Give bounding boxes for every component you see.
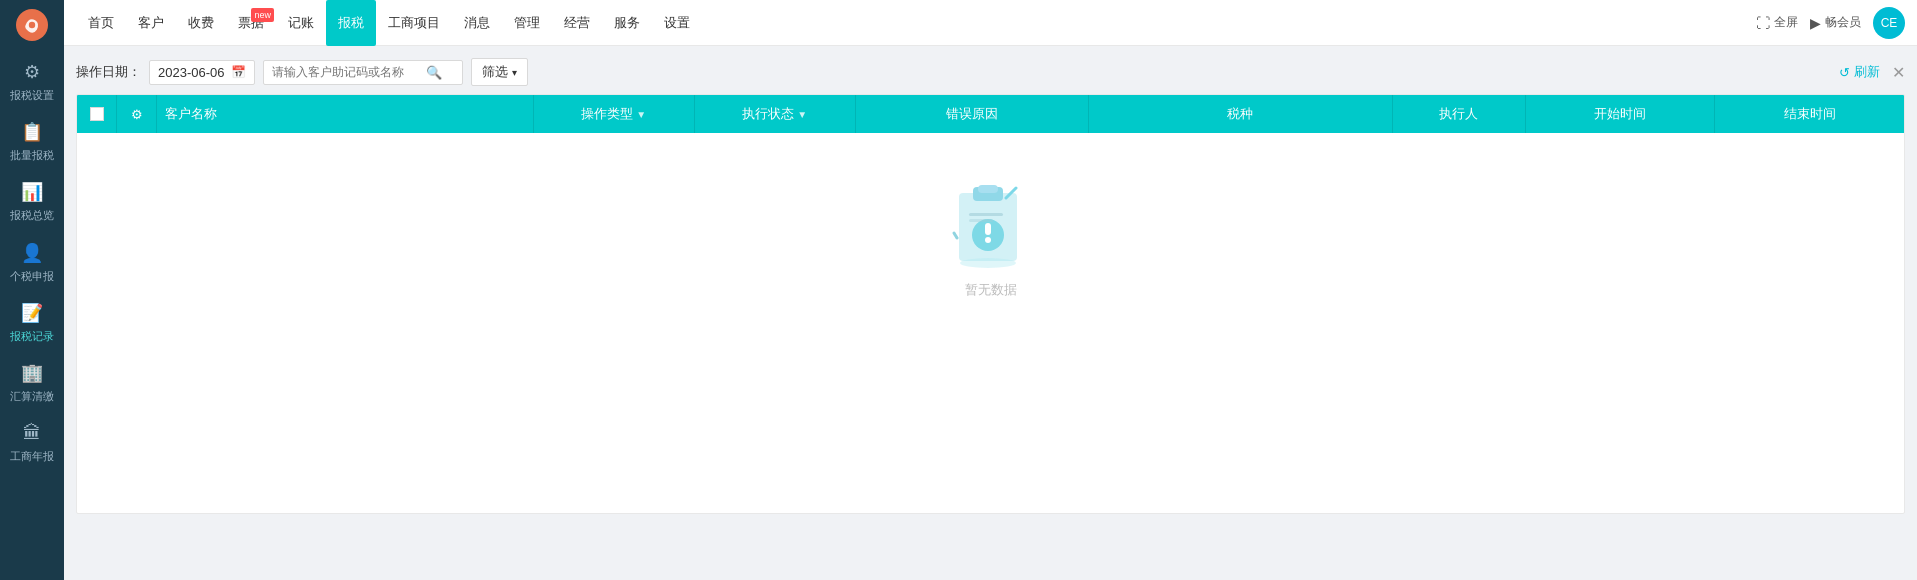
building-icon: 🏢: [18, 359, 46, 387]
fullscreen-btn[interactable]: ⛶ 全屏: [1756, 14, 1798, 31]
table-body: 暂无数据: [77, 133, 1904, 513]
th-executor: 执行人: [1393, 95, 1525, 133]
th-end-time: 结束时间: [1715, 95, 1904, 133]
sidebar-item-baoashuizonglan[interactable]: 📊 报税总览: [0, 170, 64, 230]
op-type-filter-icon: ▼: [636, 109, 646, 120]
sidebar-item-baoshuishezhi[interactable]: ⚙ 报税设置: [0, 50, 64, 110]
search-input[interactable]: [272, 65, 422, 79]
sidebar-item-label: 报税设置: [10, 89, 54, 102]
refresh-icon: ↺: [1839, 65, 1850, 80]
svg-point-9: [960, 258, 1016, 268]
overview-icon: 📊: [18, 178, 46, 206]
svg-rect-11: [969, 219, 993, 222]
sidebar-item-huisuanqingxi[interactable]: 🏢 汇算清缴: [0, 351, 64, 411]
header-checkbox[interactable]: [90, 107, 104, 121]
annual-icon: 🏛: [18, 419, 46, 447]
nav-shezhi[interactable]: 设置: [652, 0, 702, 46]
play-icon: ▶: [1810, 15, 1821, 31]
sidebar-item-baoshujilu[interactable]: 📝 报税记录: [0, 291, 64, 351]
th-gear[interactable]: ⚙: [117, 95, 157, 133]
main-wrap: 首页 客户 收费 票据 new 记账 报税 工商项目 消息 管理 经营: [64, 0, 1917, 580]
svg-point-7: [985, 237, 991, 243]
sidebar-item-label: 报税记录: [10, 330, 54, 343]
sidebar-item-label: 个税申报: [10, 270, 54, 283]
th-op-type[interactable]: 操作类型 ▼: [534, 95, 695, 133]
chevron-down-icon: ▾: [512, 67, 517, 78]
toolbar: 操作日期： 2023-06-06 📅 🔍 筛选 ▾ ↺ 刷新: [76, 58, 1905, 86]
sidebar-item-gongshangnianibao[interactable]: 🏛 工商年报: [0, 411, 64, 471]
batch-icon: 📋: [18, 118, 46, 146]
filter-button[interactable]: 筛选 ▾: [471, 58, 528, 86]
th-error-reason: 错误原因: [856, 95, 1089, 133]
date-value: 2023-06-06: [158, 65, 225, 80]
content-main: 操作日期： 2023-06-06 📅 🔍 筛选 ▾ ↺ 刷新: [64, 46, 1917, 580]
fullscreen-icon: ⛶: [1756, 15, 1770, 31]
close-icon: ✕: [1892, 64, 1905, 81]
record-icon: 📝: [18, 299, 46, 327]
nav-gongshangxiangmu[interactable]: 工商项目: [376, 0, 452, 46]
sidebar-item-label: 工商年报: [10, 450, 54, 463]
table-header: ⚙ 客户名称 操作类型 ▼ 执行状态 ▼ 错误原因: [77, 95, 1904, 133]
gear-icon: ⚙: [131, 107, 143, 122]
nav-shoufei[interactable]: 收费: [176, 0, 226, 46]
user-avatar[interactable]: CE: [1873, 7, 1905, 39]
date-picker[interactable]: 2023-06-06 📅: [149, 60, 255, 85]
new-badge: new: [251, 8, 274, 22]
app-logo: [0, 0, 64, 50]
search-icon: 🔍: [426, 65, 442, 80]
calendar-icon: 📅: [231, 65, 246, 79]
date-label: 操作日期：: [76, 63, 141, 81]
nav-xiaoxi[interactable]: 消息: [452, 0, 502, 46]
nav-jizhang[interactable]: 记账: [276, 0, 326, 46]
svg-rect-6: [985, 223, 991, 235]
sidebar-item-label: 批量报税: [10, 149, 54, 162]
member-btn[interactable]: ▶ 畅会员: [1810, 14, 1861, 31]
th-customer-name: 客户名称: [157, 95, 534, 133]
svg-rect-4: [978, 185, 998, 193]
sidebar: ⚙ 报税设置 📋 批量报税 📊 报税总览 👤 个税申报 📝 报税记录 🏢 汇算清…: [0, 0, 64, 580]
person-icon: 👤: [18, 239, 46, 267]
empty-icon: [941, 173, 1041, 273]
toolbar-right: ↺ 刷新 ✕: [1839, 63, 1905, 82]
nav-guanli[interactable]: 管理: [502, 0, 552, 46]
nav-right: ⛶ 全屏 ▶ 畅会员 CE: [1756, 7, 1905, 39]
th-checkbox[interactable]: [77, 95, 117, 133]
close-button[interactable]: ✕: [1892, 63, 1905, 82]
th-exec-status[interactable]: 执行状态 ▼: [695, 95, 856, 133]
th-tax-type: 税种: [1089, 95, 1394, 133]
sidebar-item-geshuishenbao[interactable]: 👤 个税申报: [0, 231, 64, 291]
top-nav: 首页 客户 收费 票据 new 记账 报税 工商项目 消息 管理 经营: [64, 0, 1917, 46]
settings-icon: ⚙: [18, 58, 46, 86]
svg-line-12: [954, 233, 957, 238]
th-start-time: 开始时间: [1526, 95, 1716, 133]
sidebar-item-label: 汇算清缴: [10, 390, 54, 403]
nav-piaoju[interactable]: 票据 new: [226, 0, 276, 46]
sidebar-item-label: 报税总览: [10, 209, 54, 222]
data-table: ⚙ 客户名称 操作类型 ▼ 执行状态 ▼ 错误原因: [76, 94, 1905, 514]
svg-rect-10: [969, 213, 1003, 216]
svg-point-1: [29, 22, 35, 28]
empty-text: 暂无数据: [965, 281, 1017, 299]
nav-shouye[interactable]: 首页: [76, 0, 126, 46]
content-area: 操作日期： 2023-06-06 📅 🔍 筛选 ▾ ↺ 刷新: [64, 46, 1917, 580]
filter-label: 筛选: [482, 63, 508, 81]
nav-jingying[interactable]: 经营: [552, 0, 602, 46]
sidebar-item-piliangshuishui[interactable]: 📋 批量报税: [0, 110, 64, 170]
empty-state: 暂无数据: [77, 133, 1904, 319]
nav-fuwu[interactable]: 服务: [602, 0, 652, 46]
exec-status-filter-icon: ▼: [797, 109, 807, 120]
nav-baoshui[interactable]: 报税: [326, 0, 376, 46]
search-box: 🔍: [263, 60, 463, 85]
nav-kehu[interactable]: 客户: [126, 0, 176, 46]
refresh-button[interactable]: ↺ 刷新: [1839, 63, 1880, 81]
